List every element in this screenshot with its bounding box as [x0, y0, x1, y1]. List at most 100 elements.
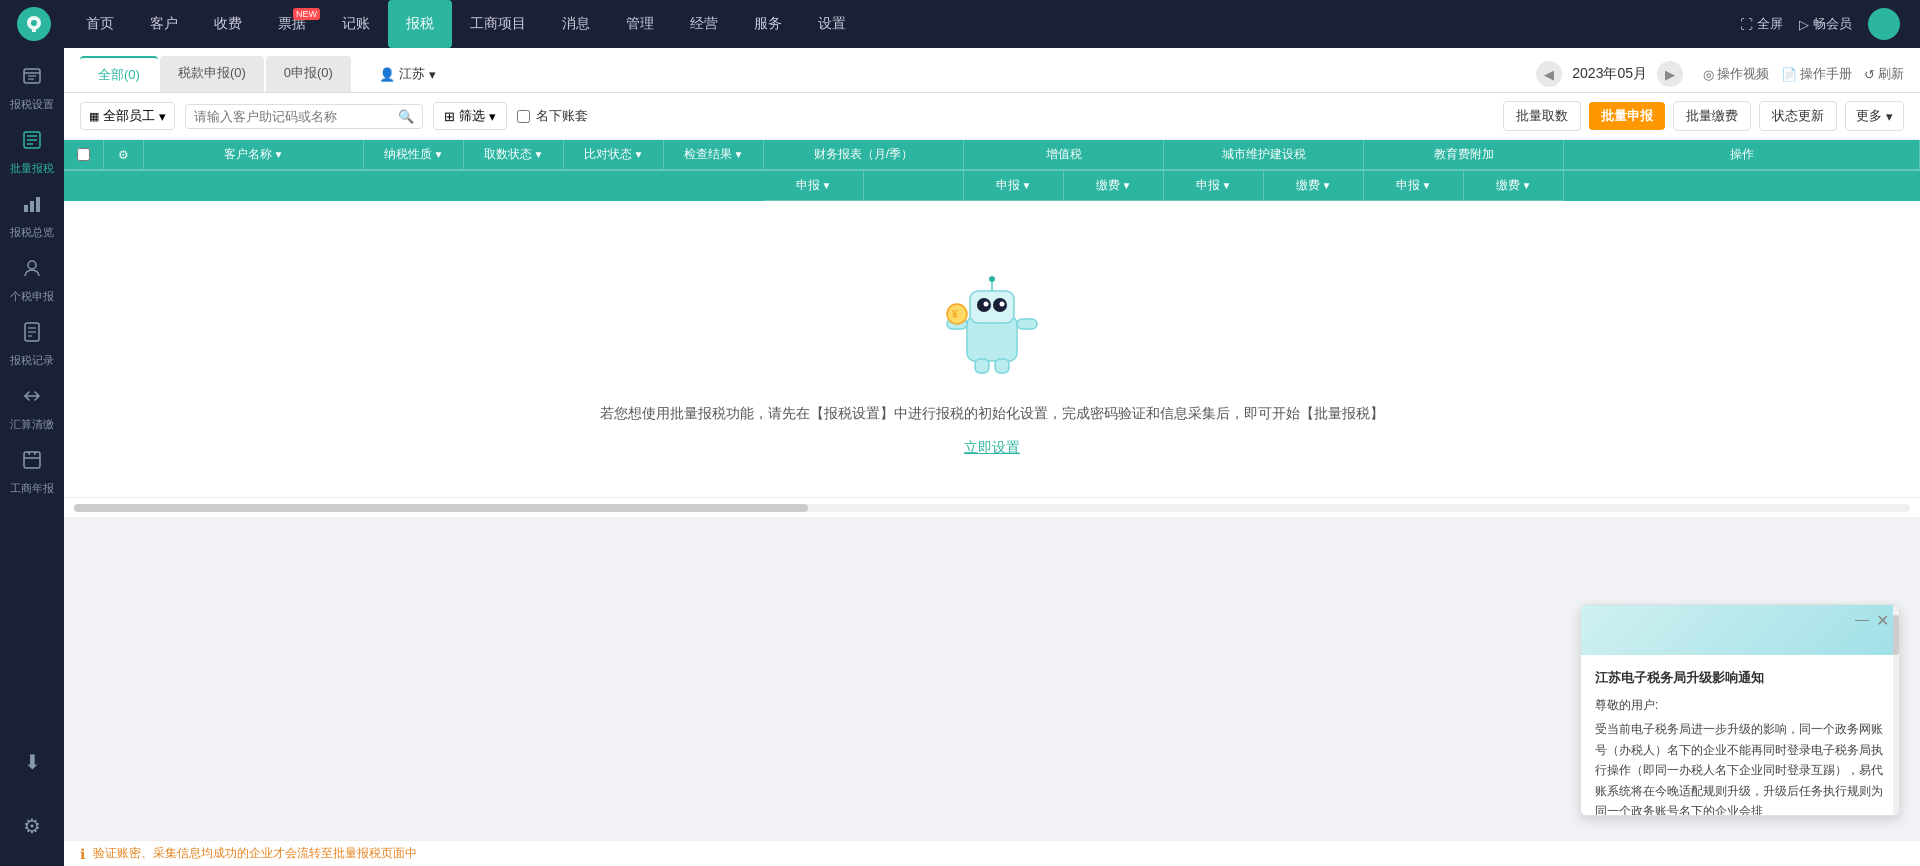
sidebar-item-tax-overview[interactable]: 报税总览 [0, 184, 64, 248]
filter-row: ▦ 全部员工 ▾ 🔍 ⊞ 筛选 ▾ 名下账套 批量取数 批量申报 批量缴费 状态… [64, 93, 1920, 140]
more-button[interactable]: 更多 ▾ [1845, 101, 1904, 131]
search-icon[interactable]: 🔍 [398, 109, 414, 124]
nav-service[interactable]: 服务 [736, 0, 800, 48]
svg-rect-17 [24, 452, 40, 468]
nav-message[interactable]: 消息 [544, 0, 608, 48]
nav-tax[interactable]: 报税 [388, 0, 452, 48]
nav-right-items: ⛶ 全屏 ▷ 畅会员 [1740, 8, 1900, 40]
th-spacer2 [104, 171, 144, 201]
nav-operation[interactable]: 经营 [672, 0, 736, 48]
action-video[interactable]: ◎ 操作视频 [1703, 65, 1769, 83]
sidebar-config[interactable]: ⚙ [0, 794, 64, 858]
filter-icon[interactable]: ▼ [1022, 180, 1032, 191]
new-badge: NEW [293, 8, 320, 20]
tax-overview-icon [21, 193, 43, 221]
filter-icon[interactable]: ▼ [1522, 180, 1532, 191]
bottom-info-bar: ℹ 验证账密、采集信息均成功的企业才会流转至批量报税页面中 [64, 840, 1920, 866]
notice-scrollbar[interactable] [1893, 605, 1899, 815]
th-edu-declare: 申报▼ [1364, 171, 1464, 201]
member-icon: ▷ [1799, 17, 1809, 32]
nav-manage[interactable]: 管理 [608, 0, 672, 48]
sidebar-item-tax-settings[interactable]: 报税设置 [0, 56, 64, 120]
nav-fee[interactable]: 收费 [196, 0, 260, 48]
employee-select[interactable]: ▦ 全部员工 ▾ [80, 102, 175, 130]
nav-settings[interactable]: 设置 [800, 0, 864, 48]
th-vat: 增值税 [964, 140, 1164, 170]
employee-arrow-icon: ▾ [159, 109, 166, 124]
th-city-construction-tax: 城市维护建设税 [1164, 140, 1364, 170]
accountset-checkbox-label[interactable]: 名下账套 [517, 107, 588, 125]
nav-invoice[interactable]: 票据 NEW [260, 0, 324, 48]
sidebar-item-batch-tax[interactable]: 批量报税 [0, 120, 64, 184]
filter-icon[interactable]: ▼ [434, 149, 444, 160]
search-input[interactable] [194, 109, 394, 124]
date-prev-button[interactable]: ◀ [1536, 61, 1562, 87]
th-spacer6 [564, 171, 664, 201]
th-spacer4 [364, 171, 464, 201]
select-all-checkbox[interactable] [77, 148, 90, 161]
tab-zero-declaration[interactable]: 0申报(0) [266, 56, 351, 92]
filter-icon[interactable]: ▼ [534, 149, 544, 160]
reconciliation-icon [21, 385, 43, 413]
notice-minimize-button[interactable]: — [1855, 611, 1869, 627]
fullscreen-icon: ⛶ [1740, 17, 1753, 32]
th-vat-pay: 缴费▼ [1064, 171, 1164, 201]
th-settings[interactable]: ⚙ [104, 140, 144, 170]
notice-body: 江苏电子税务局升级影响通知 尊敬的用户: 受当前电子税务局进一步升级的影响，同一… [1581, 655, 1899, 815]
top-navigation: 首页 客户 收费 票据 NEW 记账 报税 工商项目 消息 管理 经营 服务 设… [0, 0, 1920, 48]
svg-rect-20 [970, 291, 1014, 323]
th-checkbox[interactable] [64, 140, 104, 170]
notice-close-button[interactable]: ✕ [1876, 611, 1889, 630]
filter-icon[interactable]: ▼ [1322, 180, 1332, 191]
annual-report-icon [21, 449, 43, 477]
member-btn[interactable]: ▷ 畅会员 [1799, 15, 1852, 33]
sidebar-item-annual-report[interactable]: 工商年报 [0, 440, 64, 504]
svg-point-12 [28, 261, 36, 269]
action-manual[interactable]: 📄 操作手册 [1781, 65, 1852, 83]
batch-pay-button[interactable]: 批量缴费 [1673, 101, 1751, 131]
sidebar-item-reconciliation[interactable]: 汇算清缴 [0, 376, 64, 440]
filter-icon[interactable]: ▼ [822, 180, 832, 191]
sidebar: 报税设置 批量报税 报税总览 个税 [0, 48, 64, 866]
nav-home[interactable]: 首页 [68, 0, 132, 48]
accountset-checkbox[interactable] [517, 110, 530, 123]
nav-customer[interactable]: 客户 [132, 0, 196, 48]
sidebar-item-label: 工商年报 [10, 481, 54, 496]
batch-declare-button[interactable]: 批量申报 [1589, 102, 1665, 130]
status-update-button[interactable]: 状态更新 [1759, 101, 1837, 131]
sidebar-item-label: 汇算清缴 [10, 417, 54, 432]
tab-all[interactable]: 全部(0) [80, 56, 158, 92]
th-compare-status: 比对状态▼ [564, 140, 664, 170]
filter-icon[interactable]: ▼ [634, 149, 644, 160]
th-spacer8 [1564, 171, 1920, 201]
horizontal-scroll-bar[interactable] [64, 497, 1920, 517]
th-city-sub: 申报▼ 缴费▼ [1164, 171, 1364, 201]
date-next-button[interactable]: ▶ [1657, 61, 1683, 87]
filter-icon[interactable]: ▼ [1122, 180, 1132, 191]
th-tax-nature: 纳税性质▼ [364, 140, 464, 170]
download-icon: ⬇ [24, 750, 41, 774]
refresh-icon: ↺ [1864, 67, 1875, 82]
nav-business[interactable]: 工商项目 [452, 0, 544, 48]
sidebar-item-personal-tax[interactable]: 个税申报 [0, 248, 64, 312]
filter-arrow-icon: ▾ [489, 109, 496, 124]
region-selector[interactable]: 👤 江苏 ▾ [369, 56, 446, 92]
region-arrow-icon: ▾ [429, 67, 436, 82]
setup-link[interactable]: 立即设置 [964, 439, 1020, 457]
fullscreen-btn[interactable]: ⛶ 全屏 [1740, 15, 1783, 33]
th-fetch-status: 取数状态▼ [464, 140, 564, 170]
filter-button[interactable]: ⊞ 筛选 ▾ [433, 102, 507, 130]
sidebar-item-tax-records[interactable]: 报税记录 [0, 312, 64, 376]
filter-icon[interactable]: ▼ [274, 149, 284, 160]
th-operation: 操作 [1564, 140, 1920, 170]
nav-bookkeeping[interactable]: 记账 [324, 0, 388, 48]
tab-tax-declaration[interactable]: 税款申报(0) [160, 56, 264, 92]
avatar[interactable] [1868, 8, 1900, 40]
filter-icon[interactable]: ▼ [1222, 180, 1232, 191]
sidebar-download[interactable]: ⬇ [0, 730, 64, 794]
logo[interactable] [10, 0, 58, 48]
action-refresh[interactable]: ↺ 刷新 [1864, 65, 1904, 83]
filter-icon[interactable]: ▼ [1422, 180, 1432, 191]
batch-fetch-button[interactable]: 批量取数 [1503, 101, 1581, 131]
filter-icon[interactable]: ▼ [734, 149, 744, 160]
